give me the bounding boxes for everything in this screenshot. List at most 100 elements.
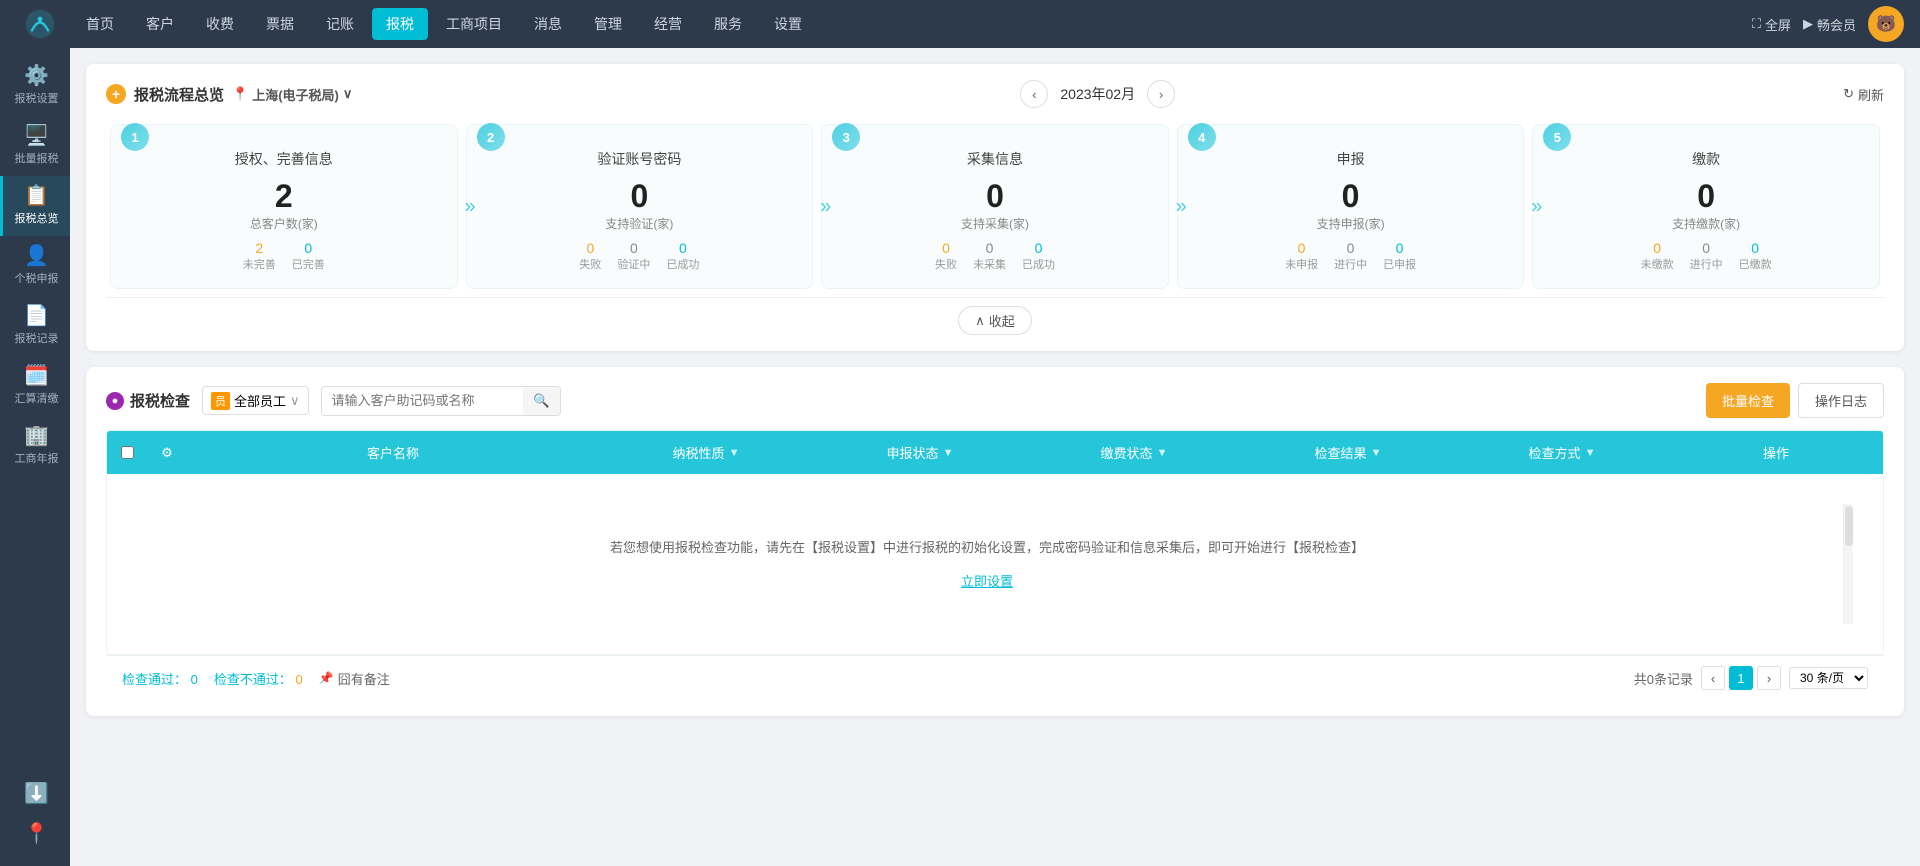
th-settings[interactable]: ⚙ xyxy=(147,431,187,474)
step-1-sub-0[interactable]: 2 未完善 xyxy=(243,240,276,272)
step-3-subtitle: 支持采集(家) xyxy=(838,215,1152,232)
nav-service[interactable]: 服务 xyxy=(700,8,756,40)
step-4-subtitle: 支持申报(家) xyxy=(1194,215,1508,232)
batch-check-button[interactable]: 批量检查 xyxy=(1706,383,1790,418)
prev-month-button[interactable]: ‹ xyxy=(1020,80,1048,108)
arrow-1: » xyxy=(464,195,475,218)
step-5-sub-2[interactable]: 0 已缴款 xyxy=(1739,240,1772,272)
search-input[interactable] xyxy=(322,387,523,415)
fullscreen-button[interactable]: ⛶ 全屏 xyxy=(1752,15,1791,34)
tax-check-card: ● 报税检查 员 全部员工 ∨ 🔍 批量检查 操作日志 xyxy=(86,367,1904,716)
step-4-sub-1[interactable]: 0 进行中 xyxy=(1334,240,1367,272)
th-check-method[interactable]: 检查方式 ▼ xyxy=(1455,431,1669,474)
next-page-button[interactable]: › xyxy=(1757,666,1781,690)
step-1-sub-counts: 2 未完善 0 已完善 xyxy=(127,240,441,272)
step-2-sub-1[interactable]: 0 验证中 xyxy=(617,240,650,272)
step-5-sub-0-val: 0 xyxy=(1653,240,1661,256)
footer-stats: 检查通过： 0 检查不通过： 0 📌 囧有备注 xyxy=(122,669,390,688)
annual-report-icon: 🏢 xyxy=(24,426,49,446)
nav-message[interactable]: 消息 xyxy=(520,8,576,40)
sidebar-item-tax-record[interactable]: 📄 报税记录 xyxy=(0,296,70,356)
location-selector[interactable]: 📍 上海(电子税局) ∨ xyxy=(232,85,352,104)
step-3-title: 采集信息 xyxy=(838,149,1152,169)
sidebar-label-settlement: 汇算清缴 xyxy=(15,390,59,406)
sidebar-bottom: ⬇️ 📍 xyxy=(0,774,70,866)
nav-tax[interactable]: 报税 xyxy=(372,8,428,40)
step-4-title: 申报 xyxy=(1194,149,1508,169)
staff-chevron-icon: ∨ xyxy=(290,393,300,409)
nav-client[interactable]: 客户 xyxy=(132,8,188,40)
per-page-select[interactable]: 30 条/页 xyxy=(1789,667,1868,689)
setup-link[interactable]: 立即设置 xyxy=(961,571,1013,590)
fail-count[interactable]: 检查不通过： 0 xyxy=(214,669,303,688)
step-4-sub-0[interactable]: 0 未申报 xyxy=(1285,240,1318,272)
footer-pagination: 共0条记录 ‹ 1 › 30 条/页 xyxy=(1634,666,1868,690)
prev-page-button[interactable]: ‹ xyxy=(1701,666,1725,690)
th-payment-status[interactable]: 缴费状态 ▼ xyxy=(1027,431,1241,474)
nav-invoice[interactable]: 票据 xyxy=(252,8,308,40)
nav-settings[interactable]: 设置 xyxy=(760,8,816,40)
step-5-sub-1[interactable]: 0 进行中 xyxy=(1690,240,1723,272)
step-4-sub-0-label: 未申报 xyxy=(1285,256,1318,272)
nav-manage[interactable]: 管理 xyxy=(580,8,636,40)
step-3-sub-2[interactable]: 0 已成功 xyxy=(1022,240,1055,272)
sidebar-label-tax-record: 报税记录 xyxy=(15,330,59,346)
step-2-count[interactable]: 0 xyxy=(483,177,797,215)
sidebar-item-settlement[interactable]: 🗓️ 汇算清缴 xyxy=(0,356,70,416)
step-2-sub-0[interactable]: 0 失败 xyxy=(579,240,601,272)
sidebar-item-personal-tax[interactable]: 👤 个税申报 xyxy=(0,236,70,296)
sidebar-item-tax-settings[interactable]: ⚙️ 报税设置 xyxy=(0,56,70,116)
th-declare-status[interactable]: 申报状态 ▼ xyxy=(813,431,1027,474)
select-all-checkbox[interactable] xyxy=(121,446,134,459)
sidebar-location[interactable]: 📍 xyxy=(0,814,70,854)
step-2-sub-2[interactable]: 0 已成功 xyxy=(666,240,699,272)
step-1-sub-1[interactable]: 0 已完善 xyxy=(292,240,325,272)
step-1-sub-0-label: 未完善 xyxy=(243,256,276,272)
sidebar-item-tax-overview[interactable]: 📋 报税总览 xyxy=(0,176,70,236)
arrow-2: » xyxy=(820,195,831,218)
avatar[interactable]: 🐻 xyxy=(1868,6,1904,42)
sidebar-download[interactable]: ⬇️ xyxy=(0,774,70,814)
fullscreen-icon: ⛶ xyxy=(1752,16,1761,32)
search-button[interactable]: 🔍 xyxy=(523,387,560,415)
refresh-button[interactable]: ↻ 刷新 xyxy=(1843,85,1884,104)
th-check-result[interactable]: 检查结果 ▼ xyxy=(1241,431,1455,474)
step-2-subtitle: 支持验证(家) xyxy=(483,215,797,232)
step-3-sub-0[interactable]: 0 失败 xyxy=(935,240,957,272)
sidebar-item-annual-report[interactable]: 🏢 工商年报 xyxy=(0,416,70,476)
step-3-sub-2-label: 已成功 xyxy=(1022,256,1055,272)
page-1-button[interactable]: 1 xyxy=(1729,666,1753,690)
download-icon: ⬇️ xyxy=(24,784,49,804)
nav-business[interactable]: 工商项目 xyxy=(432,8,516,40)
check-title-text: 报税检查 xyxy=(130,390,190,411)
nav-accounting[interactable]: 记账 xyxy=(312,8,368,40)
operation-log-button[interactable]: 操作日志 xyxy=(1798,383,1884,418)
step-3-sub-1[interactable]: 0 未采集 xyxy=(973,240,1006,272)
sidebar-item-batch-tax[interactable]: 🖥️ 批量报税 xyxy=(0,116,70,176)
step-3-count[interactable]: 0 xyxy=(838,177,1152,215)
overview-card: + 报税流程总览 📍 上海(电子税局) ∨ ‹ 2023年02月 › ↻ 刷新 xyxy=(86,64,1904,351)
arrow-3: » xyxy=(1176,195,1187,218)
next-month-button[interactable]: › xyxy=(1147,80,1175,108)
steps-container: 1 授权、完善信息 2 总客户数(家) 2 未完善 0 已完善 xyxy=(106,124,1884,289)
collapse-button[interactable]: ∧ 收起 xyxy=(958,306,1032,335)
filter-icon-2: ▼ xyxy=(943,447,954,459)
step-4-sub-counts: 0 未申报 0 进行中 0 已申报 xyxy=(1194,240,1508,272)
step-4-sub-2[interactable]: 0 已申报 xyxy=(1383,240,1416,272)
nav-fee[interactable]: 收费 xyxy=(192,8,248,40)
th-checkbox[interactable] xyxy=(107,431,147,474)
step-4-count[interactable]: 0 xyxy=(1194,177,1508,215)
pass-count[interactable]: 检查通过： 0 xyxy=(122,669,198,688)
logo[interactable] xyxy=(16,0,64,48)
step-5-count[interactable]: 0 xyxy=(1549,177,1863,215)
step-5-sub-0[interactable]: 0 未缴款 xyxy=(1641,240,1674,272)
staff-selector[interactable]: 员 全部员工 ∨ xyxy=(202,386,309,415)
main-content: + 报税流程总览 📍 上海(电子税局) ∨ ‹ 2023年02月 › ↻ 刷新 xyxy=(70,48,1920,866)
fail-val: 0 xyxy=(296,672,303,687)
step-1-count[interactable]: 2 xyxy=(127,177,441,215)
empty-message: 若您想使用报税检查功能，请先在【报税设置】中进行报税的初始化设置，完成密码验证和… xyxy=(610,538,1364,559)
nav-operation[interactable]: 经营 xyxy=(640,8,696,40)
nav-home[interactable]: 首页 xyxy=(72,8,128,40)
member-button[interactable]: ▶ 畅会员 xyxy=(1803,15,1856,34)
th-tax-nature[interactable]: 纳税性质 ▼ xyxy=(599,431,813,474)
